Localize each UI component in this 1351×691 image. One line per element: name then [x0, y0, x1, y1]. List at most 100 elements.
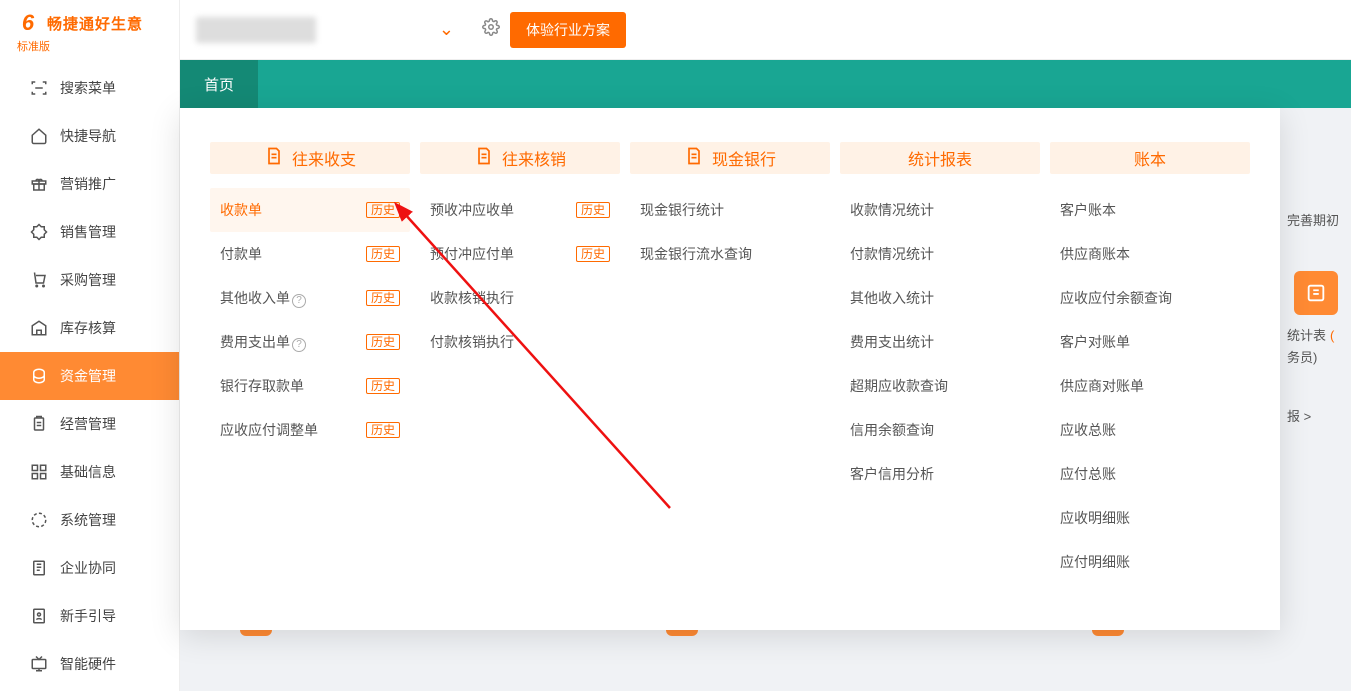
mega-menu-item[interactable]: 付款单历史 [210, 232, 410, 276]
history-badge[interactable]: 历史 [366, 334, 400, 350]
mega-menu-item[interactable]: 供应商账本 [1050, 232, 1250, 276]
mega-menu-item[interactable]: 费用支出统计 [840, 320, 1040, 364]
clipboard-icon [30, 415, 48, 433]
mega-menu-col-4: 账本客户账本供应商账本应收应付余额查询客户对账单供应商对账单应收总账应付总账应收… [1050, 142, 1250, 584]
peek-text-2b: 务员) [1281, 347, 1351, 366]
sidebar-item-label: 系统管理 [60, 510, 116, 530]
peek-text-3: 报 > [1281, 406, 1351, 425]
mega-menu-item[interactable]: 预付冲应付单历史 [420, 232, 620, 276]
mega-menu-header: 现金银行 [630, 142, 830, 174]
mega-menu-item[interactable]: 应收应付调整单历史 [210, 408, 410, 452]
history-badge[interactable]: 历史 [366, 290, 400, 306]
mega-menu-item[interactable]: 信用余额查询 [840, 408, 1040, 452]
mega-menu-header: 账本 [1050, 142, 1250, 174]
mega-menu-item[interactable]: 付款情况统计 [840, 232, 1040, 276]
mega-menu-item-label: 付款情况统计 [850, 244, 934, 264]
sidebar-item-4[interactable]: 采购管理 [0, 256, 179, 304]
mega-menu-item[interactable]: 应付总账 [1050, 452, 1250, 496]
mega-menu-item[interactable]: 客户信用分析 [840, 452, 1040, 496]
report-icon [1294, 271, 1338, 315]
mega-menu-item[interactable]: 收款情况统计 [840, 188, 1040, 232]
home-icon [30, 127, 48, 145]
sidebar-item-label: 经营管理 [60, 414, 116, 434]
mega-menu-list: 收款情况统计付款情况统计其他收入统计费用支出统计超期应收款查询信用余额查询客户信… [840, 188, 1040, 496]
mega-menu-item-label: 客户账本 [1060, 200, 1116, 220]
sidebar-item-label: 基础信息 [60, 462, 116, 482]
sidebar-item-1[interactable]: 快捷导航 [0, 112, 179, 160]
tab-home[interactable]: 首页 [180, 60, 258, 108]
sidebar-item-10[interactable]: 企业协同 [0, 544, 179, 592]
sidebar-item-7[interactable]: 经营管理 [0, 400, 179, 448]
mega-menu-header-text: 账本 [1134, 146, 1166, 170]
mega-menu-item[interactable]: 现金银行流水查询 [630, 232, 830, 276]
history-badge[interactable]: 历史 [366, 202, 400, 218]
funds-mega-menu: 往来收支收款单历史付款单历史其他收入单?历史费用支出单?历史银行存取款单历史应收… [180, 108, 1280, 630]
mega-menu-item[interactable]: 客户账本 [1050, 188, 1250, 232]
cart-icon [30, 271, 48, 289]
help-icon[interactable]: ? [292, 338, 306, 352]
mega-menu-item-label: 客户信用分析 [850, 464, 934, 484]
sidebar-item-2[interactable]: 营销推广 [0, 160, 179, 208]
mega-menu-list: 现金银行统计现金银行流水查询 [630, 188, 830, 276]
mega-menu-item[interactable]: 现金银行统计 [630, 188, 830, 232]
brand-logo[interactable]: 6 畅捷通好生意 标准版 [0, 0, 179, 60]
mega-menu-item[interactable]: 收款核销执行 [420, 276, 620, 320]
background-content-peek: 完善期初 统计表( 务员) 报 > [1281, 174, 1351, 428]
sidebar-item-11[interactable]: 新手引导 [0, 592, 179, 640]
sidebar-menu: 搜索菜单快捷导航营销推广销售管理采购管理库存核算资金管理经营管理基础信息系统管理… [0, 60, 179, 688]
org-selector[interactable]: ⌄ [200, 17, 500, 43]
sidebar-item-label: 资金管理 [60, 366, 116, 386]
history-badge[interactable]: 历史 [576, 246, 610, 262]
mega-menu-item[interactable]: 费用支出单?历史 [210, 320, 410, 364]
sidebar-item-6[interactable]: 资金管理 [0, 352, 179, 400]
sidebar-item-3[interactable]: 销售管理 [0, 208, 179, 256]
history-badge[interactable]: 历史 [366, 246, 400, 262]
mega-menu-item[interactable]: 应收总账 [1050, 408, 1250, 452]
mega-menu-item-label: 信用余额查询 [850, 420, 934, 440]
mega-menu-item[interactable]: 其他收入单?历史 [210, 276, 410, 320]
sidebar-item-12[interactable]: 智能硬件 [0, 640, 179, 688]
sidebar: 6 畅捷通好生意 标准版 搜索菜单快捷导航营销推广销售管理采购管理库存核算资金管… [0, 0, 180, 691]
mega-menu-item-label: 应付总账 [1060, 464, 1116, 484]
mega-menu-item[interactable]: 预收冲应收单历史 [420, 188, 620, 232]
mega-menu-item[interactable]: 收款单 历史 [210, 188, 410, 232]
peek-text-2a: 统计表 [1287, 328, 1326, 343]
sidebar-item-5[interactable]: 库存核算 [0, 304, 179, 352]
mega-menu-item[interactable]: 其他收入统计 [840, 276, 1040, 320]
history-badge[interactable]: 历史 [366, 378, 400, 394]
history-badge[interactable]: 历史 [576, 202, 610, 218]
mega-menu-col-3: 统计报表收款情况统计付款情况统计其他收入统计费用支出统计超期应收款查询信用余额查… [840, 142, 1040, 584]
mega-menu-item[interactable]: 应收明细账 [1050, 496, 1250, 540]
mega-menu-item[interactable]: 应收应付余额查询 [1050, 276, 1250, 320]
mega-menu-list: 预收冲应收单历史预付冲应付单历史收款核销执行付款核销执行 [420, 188, 620, 364]
mega-menu-item[interactable]: 应付明细账 [1050, 540, 1250, 584]
sidebar-item-9[interactable]: 系统管理 [0, 496, 179, 544]
tv-icon [30, 655, 48, 673]
mega-menu-item-label: 供应商对账单 [1060, 376, 1144, 396]
trial-solution-button[interactable]: 体验行业方案 [510, 12, 626, 48]
history-badge[interactable]: 历史 [366, 422, 400, 438]
sidebar-item-label: 营销推广 [60, 174, 116, 194]
warehouse-icon [30, 319, 48, 337]
sidebar-item-label: 企业协同 [60, 558, 116, 578]
guide-icon [30, 607, 48, 625]
sidebar-item-label: 销售管理 [60, 222, 116, 242]
mega-menu-item[interactable]: 付款核销执行 [420, 320, 620, 364]
sidebar-item-8[interactable]: 基础信息 [0, 448, 179, 496]
mega-menu-item[interactable]: 超期应收款查询 [840, 364, 1040, 408]
sidebar-item-label: 快捷导航 [60, 126, 116, 146]
mega-menu-item[interactable]: 客户对账单 [1050, 320, 1250, 364]
mega-menu-item-label: 收款核销执行 [430, 288, 514, 308]
gift-icon [30, 175, 48, 193]
mega-menu-item-label: 应收总账 [1060, 420, 1116, 440]
mega-menu-item-label: 现金银行流水查询 [640, 244, 752, 264]
mega-menu-item[interactable]: 供应商对账单 [1050, 364, 1250, 408]
sidebar-item-0[interactable]: 搜索菜单 [0, 64, 179, 112]
mega-menu-item-label: 供应商账本 [1060, 244, 1130, 264]
help-icon[interactable]: ? [292, 294, 306, 308]
peek-text-1: 完善期初 [1281, 210, 1351, 229]
gear-icon[interactable] [482, 18, 500, 41]
chevron-down-icon: ⌄ [439, 19, 454, 40]
mega-menu-item[interactable]: 银行存取款单历史 [210, 364, 410, 408]
mega-menu-item-label: 收款单 [220, 200, 262, 220]
